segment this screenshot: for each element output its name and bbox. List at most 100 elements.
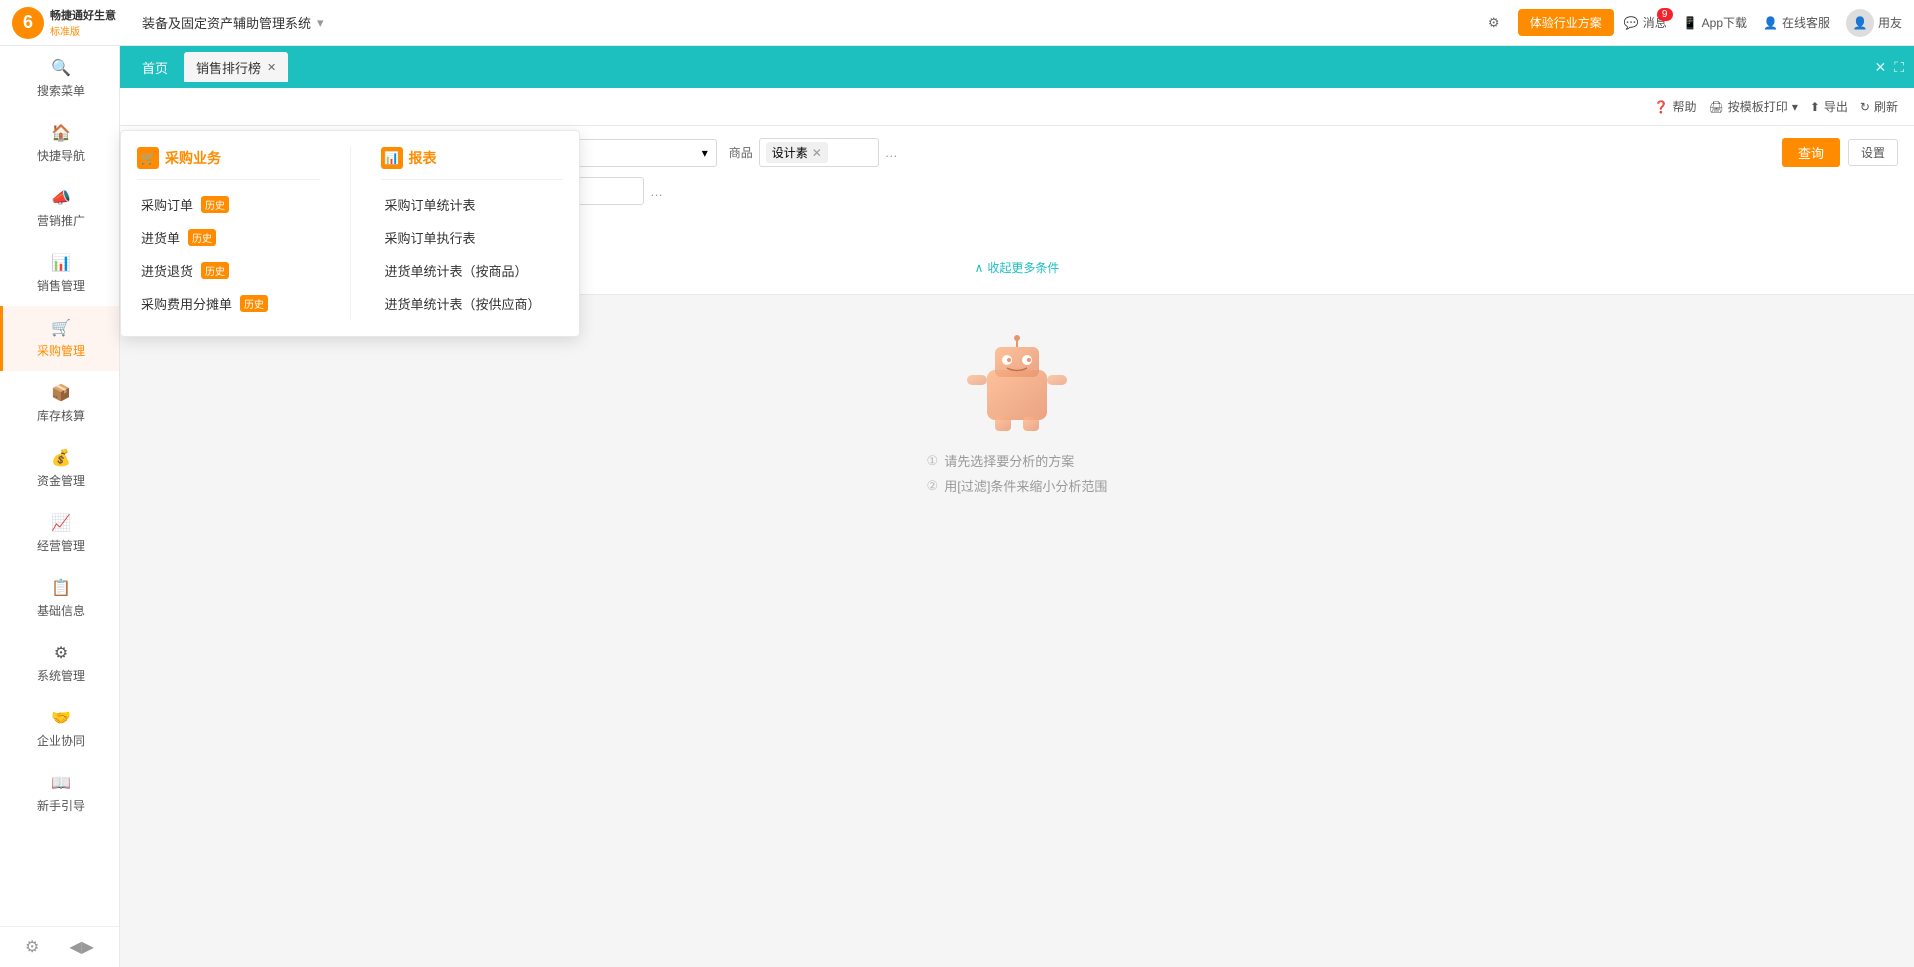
sidebar-bottom: ⚙ ◀▶ — [0, 926, 119, 967]
salesman-filter-dots[interactable]: … — [650, 184, 663, 199]
sidebar-item-label: 资金管理 — [37, 472, 85, 489]
sidebar-item-label: 采购管理 — [37, 342, 85, 359]
tab-close-icon[interactable]: ✕ — [267, 61, 276, 74]
basic-icon: 📋 — [51, 578, 71, 598]
user-area[interactable]: 👤 用友 — [1846, 9, 1902, 37]
system-icon: ⚙ — [54, 643, 68, 663]
goods-filter-dots[interactable]: … — [885, 145, 898, 160]
menu-item-inbound[interactable]: 进货单 历史 — [137, 221, 320, 254]
menu-item-purchase-order-exec[interactable]: 采购订单执行表 — [381, 221, 564, 254]
finance-icon: 💰 — [51, 448, 71, 468]
purchase-dropdown-menu: 🛒 采购业务 采购订单 历史 进货单 历史 进货退货 历史 采购费用分摊单 — [120, 130, 580, 337]
menu-divider — [350, 147, 351, 320]
sidebar-item-label: 营销推广 — [37, 212, 85, 229]
logo-text: 畅捷通好生意 标准版 — [50, 7, 116, 38]
sales-icon: 📊 — [51, 253, 71, 273]
goods-tag: 设计素 ✕ — [766, 142, 828, 163]
system-name: 装备及固定资产辅助管理系统 ▾ — [142, 13, 1470, 32]
tab-bar: 首页 销售排行榜 ✕ ✕ ⛶ — [120, 46, 1914, 88]
goods-filter: 商品 设计素 ✕ … — [729, 138, 898, 167]
logo-area: 6 畅捷通好生意 标准版 — [12, 7, 132, 39]
user-avatar: 👤 — [1846, 9, 1874, 37]
bill-status-dropdown-icon: ▾ — [702, 146, 708, 160]
settings-button[interactable]: ⚙ — [1480, 9, 1508, 37]
purchase-icon: 🛒 — [51, 318, 71, 338]
app-download-button[interactable]: 📱 App下载 — [1683, 14, 1747, 31]
sidebar-item-guide[interactable]: 📖 新手引导 — [0, 761, 119, 826]
window-minimize-icon[interactable]: ✕ — [1874, 59, 1886, 76]
export-icon: ⬆ — [1810, 100, 1820, 114]
service-button[interactable]: 👤 在线客服 — [1763, 14, 1830, 31]
sidebar-item-label: 快捷导航 — [37, 147, 85, 164]
message-button[interactable]: 💬 消息 9 — [1624, 14, 1667, 31]
sidebar-item-nav[interactable]: 🏠 快捷导航 — [0, 111, 119, 176]
sidebar-item-label: 新手引导 — [37, 797, 85, 814]
system-name-text: 装备及固定资产辅助管理系统 — [142, 13, 311, 32]
purchase-section: 🛒 采购业务 采购订单 历史 进货单 历史 进货退货 历史 采购费用分摊单 — [137, 147, 320, 320]
sidebar-settings-button[interactable]: ⚙ — [25, 937, 39, 957]
sidebar-item-label: 搜索菜单 — [37, 82, 85, 99]
collapse-icon: ∧ — [975, 261, 984, 275]
sidebar-item-purchase[interactable]: 🛒 采购管理 — [0, 306, 119, 371]
search-icon: 🔍 — [51, 58, 71, 78]
sidebar-item-basic[interactable]: 📋 基础信息 — [0, 566, 119, 631]
report-section-icon: 📊 — [381, 147, 403, 169]
enterprise-icon: 🤝 — [51, 708, 71, 728]
goods-tag-close[interactable]: ✕ — [812, 146, 822, 160]
print-icon: 🖨 — [1709, 100, 1724, 114]
sidebar-item-operations[interactable]: 📈 经营管理 — [0, 501, 119, 566]
set-button[interactable]: 设置 — [1848, 139, 1898, 166]
tab-sales-rank[interactable]: 销售排行榜 ✕ — [184, 52, 288, 82]
menu-item-purchase-expense[interactable]: 采购费用分摊单 历史 — [137, 287, 320, 320]
menu-item-purchase-order[interactable]: 采购订单 历史 — [137, 188, 320, 221]
help-icon: ❓ — [1654, 100, 1669, 114]
system-dropdown-icon[interactable]: ▾ — [317, 15, 324, 31]
sidebar: 🔍 搜索菜单 🏠 快捷导航 📣 营销推广 📊 销售管理 🛒 采购管理 📦 — [0, 46, 120, 967]
sidebar-item-enterprise[interactable]: 🤝 企业协同 — [0, 696, 119, 761]
sidebar-item-label: 基础信息 — [37, 602, 85, 619]
sidebar-item-label: 企业协同 — [37, 732, 85, 749]
sidebar-collapse-button[interactable]: ◀▶ — [69, 937, 94, 957]
query-button[interactable]: 查询 — [1782, 138, 1840, 167]
empty-hint-2: ② 用[过滤]条件来缩小分析范围 — [927, 476, 1108, 495]
sidebar-item-marketing[interactable]: 📣 营销推广 — [0, 176, 119, 241]
tab-window-controls: ✕ ⛶ — [1874, 59, 1904, 76]
marketing-icon: 📣 — [51, 188, 71, 208]
tab-home[interactable]: 首页 — [130, 52, 180, 82]
report-section-title: 📊 报表 — [381, 147, 564, 180]
sidebar-item-label: 库存核算 — [37, 407, 85, 424]
industry-button[interactable]: 体验行业方案 — [1518, 9, 1614, 36]
sidebar-item-system[interactable]: ⚙ 系统管理 — [0, 631, 119, 696]
purchase-section-title: 🛒 采购业务 — [137, 147, 320, 180]
menu-item-inbound-stat-goods[interactable]: 进货单统计表（按商品） — [381, 254, 564, 287]
refresh-button[interactable]: ↻ 刷新 — [1860, 98, 1898, 115]
sidebar-item-search[interactable]: 🔍 搜索菜单 — [0, 46, 119, 111]
purchase-section-icon: 🛒 — [137, 147, 159, 169]
menu-item-purchase-order-stat[interactable]: 采购订单统计表 — [381, 188, 564, 221]
logo-icon: 6 — [12, 7, 44, 39]
export-button[interactable]: ⬆ 导出 — [1810, 98, 1848, 115]
refresh-icon: ↻ — [1860, 100, 1870, 114]
sidebar-item-label: 销售管理 — [37, 277, 85, 294]
sidebar-item-sales[interactable]: 📊 销售管理 — [0, 241, 119, 306]
report-section: 📊 报表 采购订单统计表 采购订单执行表 进货单统计表（按商品） 进货单统计表（… — [381, 147, 564, 320]
phone-icon: 📱 — [1683, 16, 1698, 30]
top-right-area: 💬 消息 9 📱 App下载 👤 在线客服 👤 用友 — [1624, 9, 1902, 37]
menu-item-inbound-return[interactable]: 进货退货 历史 — [137, 254, 320, 287]
home-icon: 🏠 — [51, 123, 71, 143]
sidebar-item-label: 系统管理 — [37, 667, 85, 684]
collapse-button[interactable]: ∧ 收起更多条件 — [975, 259, 1060, 276]
help-button[interactable]: ❓ 帮助 — [1654, 98, 1697, 115]
toolbar: ❓ 帮助 🖨 按模板打印 ▾ ⬆ 导出 ↻ 刷新 — [120, 88, 1914, 126]
message-icon: 💬 — [1624, 16, 1639, 30]
guide-icon: 📖 — [51, 773, 71, 793]
menu-item-inbound-stat-supplier[interactable]: 进货单统计表（按供应商） — [381, 287, 564, 320]
window-maximize-icon[interactable]: ⛶ — [1894, 59, 1904, 76]
sidebar-item-inventory[interactable]: 📦 库存核算 — [0, 371, 119, 436]
inventory-icon: 📦 — [51, 383, 71, 403]
sidebar-item-finance[interactable]: 💰 资金管理 — [0, 436, 119, 501]
print-dropdown-icon[interactable]: ▾ — [1792, 100, 1798, 114]
empty-illustration — [957, 335, 1077, 435]
empty-hint-1: ① 请先选择要分析的方案 — [927, 451, 1075, 470]
print-button[interactable]: 🖨 按模板打印 ▾ — [1709, 98, 1798, 115]
